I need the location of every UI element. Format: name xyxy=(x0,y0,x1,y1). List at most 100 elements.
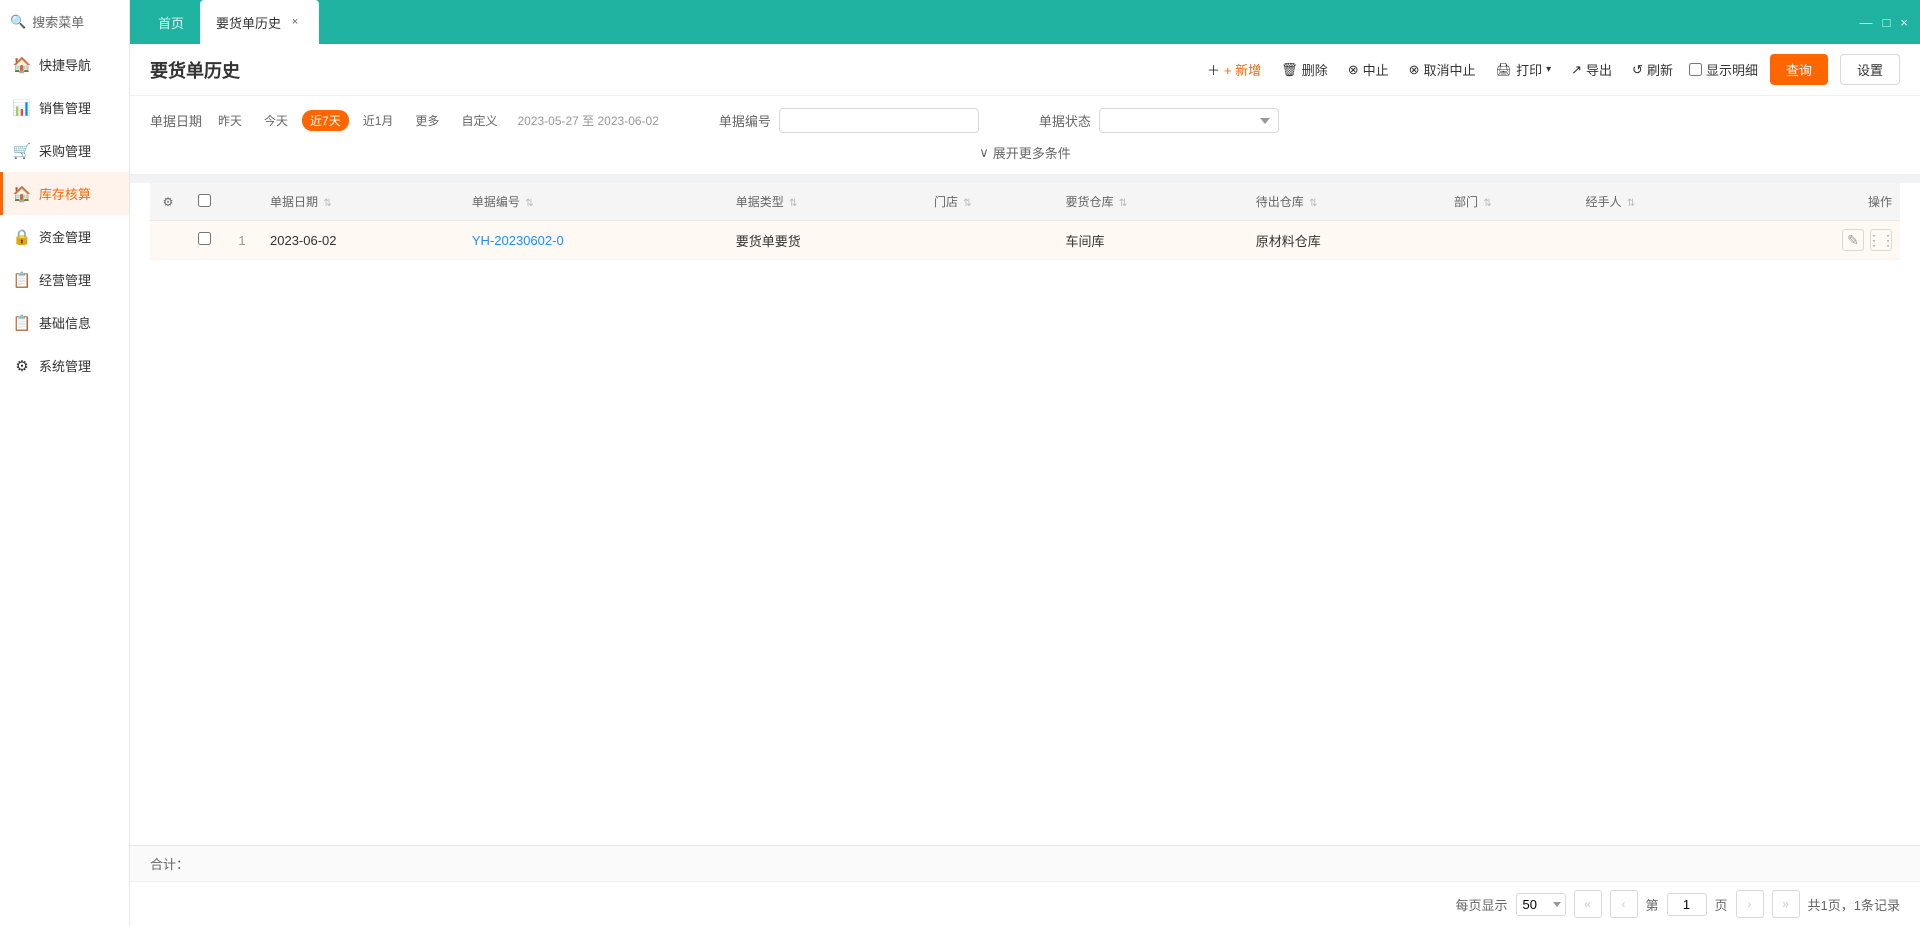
home-icon: 🏠 xyxy=(13,56,31,74)
tab-active[interactable]: 要货单历史 × xyxy=(200,0,319,44)
sidebar-item-label: 系统管理 xyxy=(39,356,91,375)
setting-button[interactable]: 设置 xyxy=(1840,54,1900,85)
tab-home-label: 首页 xyxy=(158,13,184,32)
last-page-btn[interactable]: » xyxy=(1772,890,1800,918)
bill-number-label: 单据编号 xyxy=(719,111,771,130)
row-actions: ✎ ⋮⋮ xyxy=(1738,221,1900,260)
finance-icon: 🔒 xyxy=(13,228,31,246)
sidebar-item-operations[interactable]: 📋 经营管理 xyxy=(0,258,129,301)
first-page-btn[interactable]: « xyxy=(1574,890,1602,918)
shortcut-7days[interactable]: 近7天 xyxy=(302,110,349,131)
content-body: 要货单历史 ＋ + 新增 🗑 删除 ⊗ 中止 ⊗ 取消中止 xyxy=(130,44,1920,926)
row-bill-no: YH-20230602-0 xyxy=(464,221,728,260)
page-size-label: 每页显示 xyxy=(1455,895,1507,914)
search-icon: 🔍 xyxy=(10,14,26,30)
shortcut-today[interactable]: 今天 xyxy=(256,110,296,131)
print-button[interactable]: 🖨 打印 ▾ xyxy=(1492,60,1556,79)
expand-more-btn[interactable]: ∨ 展开更多条件 xyxy=(979,139,1071,166)
col-store[interactable]: 门店 ⇅ xyxy=(926,183,1058,221)
total-info: 共1页，1条记录 xyxy=(1808,895,1900,914)
query-button[interactable]: 查询 xyxy=(1770,54,1828,85)
bill-no-link[interactable]: YH-20230602-0 xyxy=(472,233,564,248)
window-maximize-btn[interactable]: □ xyxy=(1883,15,1891,30)
row-checkbox-cell[interactable] xyxy=(186,221,222,260)
col-req-warehouse[interactable]: 要货仓库 ⇅ xyxy=(1057,183,1247,221)
col-pending-warehouse[interactable]: 待出仓库 ⇅ xyxy=(1248,183,1446,221)
sidebar-item-label: 快捷导航 xyxy=(39,55,91,74)
page-size-select[interactable]: 50 10 20 100 xyxy=(1516,893,1566,916)
print-icon: 🖨 xyxy=(1496,62,1513,78)
sidebar-item-label: 采购管理 xyxy=(39,141,91,160)
col-bill-type[interactable]: 单据类型 ⇅ xyxy=(728,183,926,221)
bill-number-input[interactable] xyxy=(779,108,979,133)
print-dropdown-icon: ▾ xyxy=(1546,64,1551,75)
shortcut-1month[interactable]: 近1月 xyxy=(355,110,402,131)
sidebar-item-purchase[interactable]: 🛒 采购管理 xyxy=(0,129,129,172)
sidebar-item-finance[interactable]: 🔒 资金管理 xyxy=(0,215,129,258)
data-table: ⚙ 单据日期 ⇅ 单据编号 ⇅ 单据类型 ⇅ xyxy=(150,183,1900,260)
sidebar-item-system[interactable]: ⚙ 系统管理 xyxy=(0,344,129,387)
expand-more-label: 展开更多条件 xyxy=(993,143,1071,162)
row-pending-warehouse: 原材料仓库 xyxy=(1248,221,1446,260)
select-all-checkbox[interactable] xyxy=(198,194,211,207)
row-more-icon[interactable]: ⋮⋮ xyxy=(1870,229,1892,251)
delete-button[interactable]: 🗑 删除 xyxy=(1277,60,1332,79)
sort-pending-wh-icon: ⇅ xyxy=(1309,198,1317,209)
col-checkbox[interactable] xyxy=(186,183,222,221)
topbar-right: — □ × xyxy=(1860,15,1908,30)
sort-billno-icon: ⇅ xyxy=(525,198,533,209)
sort-billtype-icon: ⇅ xyxy=(789,198,797,209)
main-area: 首页 要货单历史 × — □ × 要货单历史 ＋ + 新增 🗑 删除 xyxy=(130,0,1920,926)
col-department[interactable]: 部门 ⇅ xyxy=(1446,183,1578,221)
sales-icon: 📊 xyxy=(13,99,31,117)
tab-close-icon[interactable]: × xyxy=(287,14,303,30)
bill-number-filter: 单据编号 xyxy=(719,108,979,133)
page-number-input[interactable] xyxy=(1667,893,1707,916)
row-checkbox[interactable] xyxy=(198,232,211,245)
sidebar-item-quick-nav[interactable]: 🏠 快捷导航 xyxy=(0,43,129,86)
shortcut-yesterday[interactable]: 昨天 xyxy=(210,110,250,131)
shortcut-custom[interactable]: 自定义 xyxy=(453,110,505,131)
table-row: 1 2023-06-02 YH-20230602-0 要货单要货 车间库 原材料… xyxy=(150,221,1900,260)
purchase-icon: 🛒 xyxy=(13,142,31,160)
table-header-row: ⚙ 单据日期 ⇅ 单据编号 ⇅ 单据类型 ⇅ xyxy=(150,183,1900,221)
sidebar-item-inventory[interactable]: 🏠 库存核算 xyxy=(0,172,129,215)
refresh-button[interactable]: ↺ 刷新 xyxy=(1628,60,1677,79)
date-filter-label: 单据日期 xyxy=(150,111,202,130)
table-footer: 合计： xyxy=(130,845,1920,881)
sidebar-item-basic[interactable]: 📋 基础信息 xyxy=(0,301,129,344)
date-shortcuts: 昨天 今天 近7天 近1月 更多 自定义 xyxy=(210,110,505,131)
status-label: 单据状态 xyxy=(1039,111,1091,130)
window-minimize-btn[interactable]: — xyxy=(1860,15,1873,30)
display-detail-label: 显示明细 xyxy=(1706,60,1758,79)
summary-label: 合计： xyxy=(150,854,189,873)
window-close-btn[interactable]: × xyxy=(1900,15,1908,30)
col-settings[interactable]: ⚙ xyxy=(150,183,186,221)
col-handler[interactable]: 经手人 ⇅ xyxy=(1578,183,1739,221)
display-detail-checkbox[interactable]: 显示明细 xyxy=(1689,60,1758,79)
display-detail-input[interactable] xyxy=(1689,63,1702,76)
shortcut-more[interactable]: 更多 xyxy=(407,110,447,131)
next-page-btn[interactable]: › xyxy=(1736,890,1764,918)
page-label-before: 第 xyxy=(1646,895,1659,914)
suspend-button[interactable]: ⊗ 中止 xyxy=(1344,60,1393,79)
col-date[interactable]: 单据日期 ⇅ xyxy=(262,183,464,221)
export-button[interactable]: ↗ 导出 xyxy=(1567,60,1616,79)
cancel-suspend-button[interactable]: ⊗ 取消中止 xyxy=(1405,60,1480,79)
prev-page-btn[interactable]: ‹ xyxy=(1610,890,1638,918)
col-bill-no[interactable]: 单据编号 ⇅ xyxy=(464,183,728,221)
new-button[interactable]: ＋ + 新增 xyxy=(1203,60,1265,79)
topbar: 首页 要货单历史 × — □ × xyxy=(130,0,1920,44)
table-area: ⚙ 单据日期 ⇅ 单据编号 ⇅ 单据类型 ⇅ xyxy=(130,183,1920,845)
sidebar-search[interactable]: 🔍 搜索菜单 xyxy=(0,0,129,43)
sidebar: 🔍 搜索菜单 🏠 快捷导航 📊 销售管理 🛒 采购管理 🏠 库存核算 🔒 资金管… xyxy=(0,0,130,926)
date-range-display: 2023-05-27 至 2023-06-02 xyxy=(517,112,658,129)
row-edit-icon[interactable]: ✎ xyxy=(1842,229,1864,251)
page-header: 要货单历史 ＋ + 新增 🗑 删除 ⊗ 中止 ⊗ 取消中止 xyxy=(130,44,1920,96)
status-select[interactable] xyxy=(1099,108,1279,133)
sidebar-search-label: 搜索菜单 xyxy=(32,12,84,31)
col-actions: 操作 xyxy=(1738,183,1900,221)
tab-home[interactable]: 首页 xyxy=(142,0,200,44)
basic-icon: 📋 xyxy=(13,314,31,332)
sidebar-item-sales[interactable]: 📊 销售管理 xyxy=(0,86,129,129)
